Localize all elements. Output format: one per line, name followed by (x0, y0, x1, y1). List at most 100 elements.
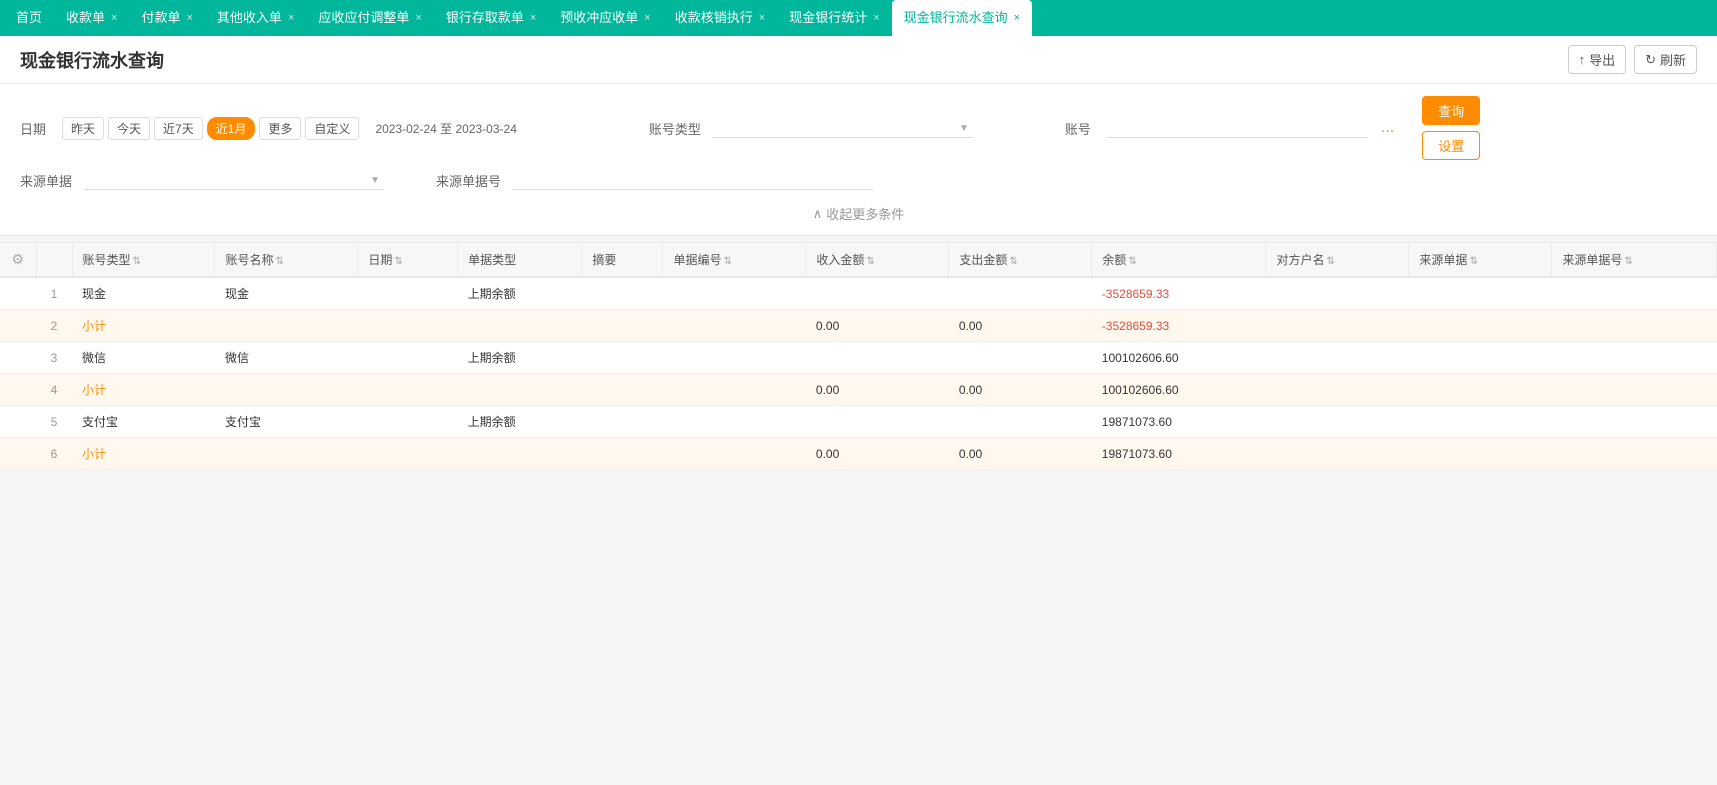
source-doc-num-input[interactable] (513, 170, 873, 190)
date-option-1[interactable]: 今天 (108, 117, 150, 140)
cell-num-1: 2 (36, 310, 72, 342)
nav-tab-收款核销执行[interactable]: 收款核销执行× (663, 0, 777, 36)
cell-doc_no-3 (663, 374, 806, 406)
cell-source_doc_no-0 (1552, 277, 1717, 310)
source-doc-select-wrapper: ▼ (84, 170, 384, 190)
col-header-account_name[interactable]: 账号名称⇅ (215, 243, 358, 278)
nav-home[interactable]: 首页 (4, 0, 54, 36)
close-icon[interactable]: × (288, 0, 294, 36)
sort-icon: ⇅ (1469, 256, 1477, 267)
close-icon[interactable]: × (1014, 0, 1020, 36)
col-header-gear: ⚙ (0, 243, 36, 278)
col-header-counterpart[interactable]: 对方户名⇅ (1266, 243, 1409, 278)
cell-source_doc-0 (1409, 277, 1552, 310)
nav-tab-收款单[interactable]: 收款单× (54, 0, 129, 36)
cell-account_name-5 (215, 438, 358, 470)
account-type-select[interactable] (713, 118, 973, 138)
account-input[interactable] (1107, 118, 1367, 138)
nav-tab-现金银行流水查询[interactable]: 现金银行流水查询× (892, 0, 1032, 36)
account-type-label: 账号类型 (649, 119, 701, 138)
nav-tab-银行存取款单[interactable]: 银行存取款单× (434, 0, 548, 36)
collapse-bar[interactable]: ∧ 收起更多条件 (20, 200, 1697, 223)
close-icon[interactable]: × (644, 0, 650, 36)
date-option-4[interactable]: 更多 (259, 117, 301, 140)
cell-num-0: 1 (36, 277, 72, 310)
settings-button[interactable]: 设置 (1422, 131, 1480, 160)
nav-tab-预收冲应收单[interactable]: 预收冲应收单× (548, 0, 662, 36)
close-icon[interactable]: × (759, 0, 765, 36)
date-option-3[interactable]: 近1月 (207, 117, 256, 140)
close-icon[interactable]: × (873, 0, 879, 36)
col-header-date[interactable]: 日期⇅ (358, 243, 458, 278)
nav-tabs: 收款单×付款单×其他收入单×应收应付调整单×银行存取款单×预收冲应收单×收款核销… (54, 0, 1032, 36)
header-actions: ↑ 导出 ↻ 刷新 (1568, 45, 1697, 74)
table-row: 2小计0.000.00-3528659.33 (0, 310, 1717, 342)
close-icon[interactable]: × (415, 0, 421, 36)
filter-row-source: 来源单据 ▼ 来源单据号 (20, 170, 1697, 190)
gear-icon[interactable]: ⚙ (11, 251, 24, 267)
table-row: 1现金现金上期余额-3528659.33 (0, 277, 1717, 310)
cell-date-0 (358, 277, 458, 310)
table-area: ⚙账号类型⇅账号名称⇅日期⇅单据类型摘要单据编号⇅收入金额⇅支出金额⇅余额⇅对方… (0, 242, 1717, 470)
date-range: 2023-02-24 至 2023-03-24 (375, 120, 516, 137)
query-button[interactable]: 查询 (1422, 96, 1480, 125)
nav-tab-现金银行统计[interactable]: 现金银行统计× (777, 0, 891, 36)
collapse-label: 收起更多条件 (826, 204, 904, 223)
source-doc-label: 来源单据 (20, 171, 72, 190)
cell-gear-0 (0, 277, 36, 310)
filter-area: 日期 昨天今天近7天近1月更多自定义 2023-02-24 至 2023-03-… (0, 84, 1717, 236)
col-header-expense[interactable]: 支出金额⇅ (949, 243, 1092, 278)
refresh-button[interactable]: ↻ 刷新 (1634, 45, 1697, 74)
data-table: ⚙账号类型⇅账号名称⇅日期⇅单据类型摘要单据编号⇅收入金额⇅支出金额⇅余额⇅对方… (0, 242, 1717, 470)
col-header-income[interactable]: 收入金额⇅ (806, 243, 949, 278)
col-header-source_doc[interactable]: 来源单据⇅ (1409, 243, 1552, 278)
collapse-arrow-icon: ∧ (813, 206, 823, 222)
cell-gear-5 (0, 438, 36, 470)
cell-expense-0 (949, 277, 1092, 310)
cell-source_doc_no-1 (1552, 310, 1717, 342)
sort-icon: ⇅ (275, 256, 283, 267)
cell-num-2: 3 (36, 342, 72, 374)
cell-counterpart-3 (1266, 374, 1409, 406)
col-header-account_type[interactable]: 账号类型⇅ (72, 243, 215, 278)
cell-expense-5: 0.00 (949, 438, 1092, 470)
nav-tab-其他收入单[interactable]: 其他收入单× (205, 0, 306, 36)
sort-icon: ⇅ (723, 256, 731, 267)
col-header-summary: 摘要 (582, 243, 663, 278)
col-header-balance[interactable]: 余额⇅ (1092, 243, 1266, 278)
date-option-2[interactable]: 近7天 (154, 117, 203, 140)
date-option-0[interactable]: 昨天 (62, 117, 104, 140)
source-doc-num-label: 来源单据号 (436, 171, 501, 190)
cell-source_doc_no-2 (1552, 342, 1717, 374)
date-options: 昨天今天近7天近1月更多自定义 (62, 117, 359, 140)
top-nav: 首页 收款单×付款单×其他收入单×应收应付调整单×银行存取款单×预收冲应收单×收… (0, 0, 1717, 36)
cell-income-1: 0.00 (806, 310, 949, 342)
cell-income-3: 0.00 (806, 374, 949, 406)
cell-gear-3 (0, 374, 36, 406)
nav-tab-应收应付调整单[interactable]: 应收应付调整单× (306, 0, 433, 36)
cell-summary-3 (582, 374, 663, 406)
export-button[interactable]: ↑ 导出 (1568, 45, 1627, 74)
cell-account_type-4: 支付宝 (72, 406, 215, 438)
close-icon[interactable]: × (530, 0, 536, 36)
close-icon[interactable]: × (111, 0, 117, 36)
col-header-source_doc_no[interactable]: 来源单据号⇅ (1552, 243, 1717, 278)
nav-tab-付款单[interactable]: 付款单× (129, 0, 204, 36)
table-row: 6小计0.000.0019871073.60 (0, 438, 1717, 470)
account-label: 账号 (1065, 119, 1095, 138)
cell-doc_no-1 (663, 310, 806, 342)
close-icon[interactable]: × (186, 0, 192, 36)
col-header-doc_no[interactable]: 单据编号⇅ (663, 243, 806, 278)
source-doc-select[interactable] (84, 170, 384, 190)
table-row: 5支付宝支付宝上期余额19871073.60 (0, 406, 1717, 438)
sort-icon: ⇅ (1009, 256, 1017, 267)
cell-gear-2 (0, 342, 36, 374)
dots-button[interactable]: ... (1381, 119, 1394, 137)
cell-num-5: 6 (36, 438, 72, 470)
date-option-5[interactable]: 自定义 (305, 117, 359, 140)
cell-num-3: 4 (36, 374, 72, 406)
cell-gear-4 (0, 406, 36, 438)
cell-date-5 (358, 438, 458, 470)
cell-source_doc-1 (1409, 310, 1552, 342)
cell-expense-2 (949, 342, 1092, 374)
